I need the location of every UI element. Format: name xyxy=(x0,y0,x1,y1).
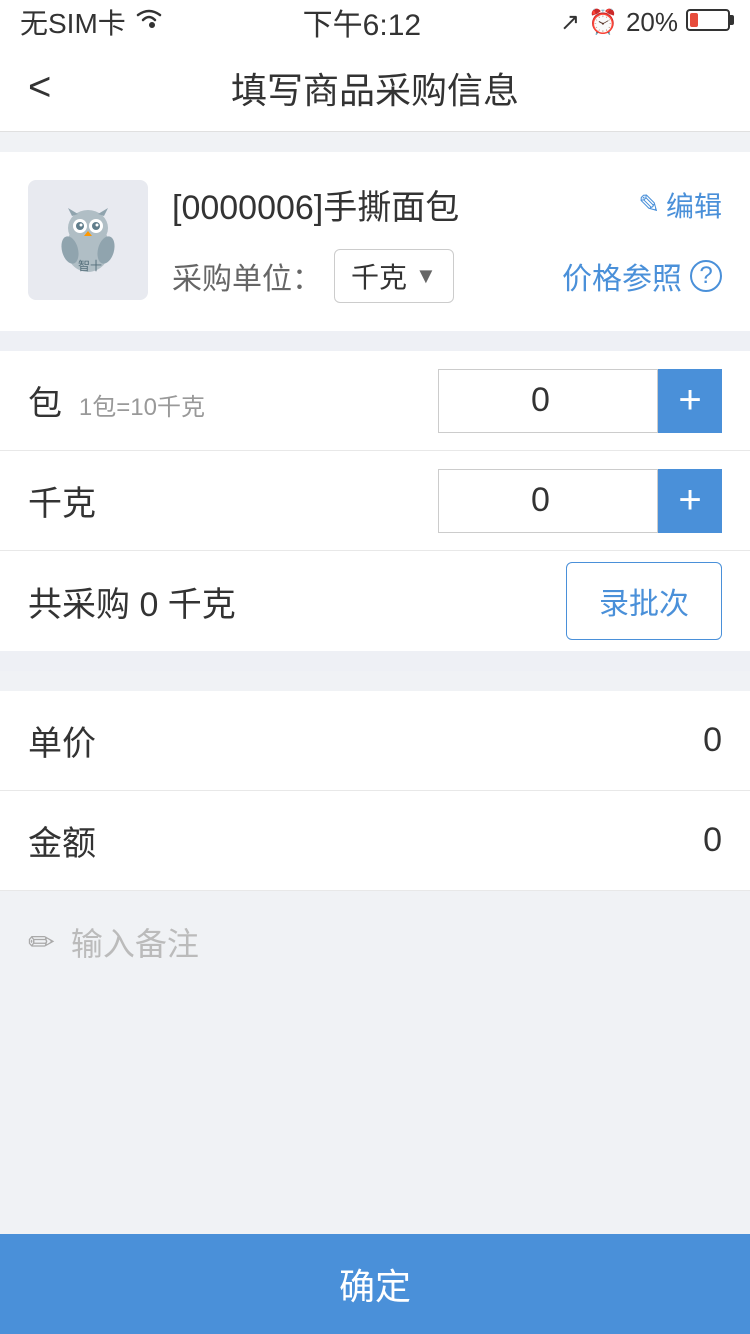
dropdown-icon: ▼ xyxy=(415,263,437,289)
pencil-icon: ✏ xyxy=(28,923,55,961)
price-section: 单价 0 金额 0 xyxy=(0,691,750,891)
kg-plus-button[interactable]: + xyxy=(658,469,722,533)
wifi-icon xyxy=(134,6,164,38)
battery-icon xyxy=(686,7,730,38)
section-divider-1 xyxy=(0,331,750,351)
help-icon: ? xyxy=(690,260,722,292)
section-divider-2 xyxy=(0,651,750,671)
unit-select[interactable]: 千克 ▼ xyxy=(334,249,454,303)
price-reference-button[interactable]: 价格参照 ? xyxy=(562,254,722,298)
carrier-label: 无SIM卡 xyxy=(20,2,126,42)
bao-input[interactable] xyxy=(438,369,658,433)
record-batch-button[interactable]: 录批次 xyxy=(566,562,722,640)
bao-sublabel: 1包=10千克 xyxy=(79,394,205,421)
nav-bar: < 填写商品采购信息 xyxy=(0,44,750,132)
product-card: 智十 [0000006]手撕面包 ✎ 编辑 采购单位： 千克 ▼ 价格参照 ? xyxy=(0,152,750,331)
bao-label: 包 xyxy=(28,385,62,423)
kg-input[interactable] xyxy=(438,469,658,533)
footer-spacer xyxy=(0,993,750,1093)
product-thumbnail: 智十 xyxy=(28,180,148,300)
page-title: 填写商品采购信息 xyxy=(231,62,519,114)
summary-row: 共采购 0 千克 录批次 xyxy=(0,551,750,651)
status-time: 下午6:12 xyxy=(303,0,421,44)
kg-label: 千克 xyxy=(28,485,96,523)
product-logo: 智十 xyxy=(48,200,128,280)
edit-icon: ✎ xyxy=(638,189,660,220)
edit-button[interactable]: ✎ 编辑 xyxy=(638,185,722,225)
footer: 确定 xyxy=(0,1234,750,1334)
kg-input-row: 千克 + xyxy=(0,451,750,551)
summary-text: 共采购 0 千克 xyxy=(28,577,236,626)
status-bar: 无SIM卡 下午6:12 ↗ ⏰ 20% xyxy=(0,0,750,44)
product-info: [0000006]手撕面包 ✎ 编辑 采购单位： 千克 ▼ 价格参照 ? xyxy=(172,180,722,303)
bao-plus-button[interactable]: + xyxy=(658,369,722,433)
amount-row: 金额 0 xyxy=(0,791,750,891)
status-right: ↗ ⏰ 20% xyxy=(560,7,730,38)
bao-label-group: 包 1包=10千克 xyxy=(28,376,205,425)
unit-label: 采购单位： xyxy=(172,254,322,298)
svg-text:智十: 智十 xyxy=(78,258,102,273)
unit-price-value: 0 xyxy=(703,721,722,760)
unit-price-row: 单价 0 xyxy=(0,691,750,791)
input-section: 包 1包=10千克 + 千克 + xyxy=(0,351,750,551)
bao-input-row: 包 1包=10千克 + xyxy=(0,351,750,451)
kg-label-group: 千克 xyxy=(28,476,96,525)
kg-input-right: + xyxy=(438,469,722,533)
location-icon: ↗ xyxy=(560,8,580,37)
alarm-icon: ⏰ xyxy=(588,8,618,37)
unit-price-label: 单价 xyxy=(28,716,96,765)
amount-label: 金额 xyxy=(28,816,96,865)
amount-value: 0 xyxy=(703,821,722,860)
unit-value: 千克 xyxy=(351,256,407,296)
confirm-button[interactable]: 确定 xyxy=(339,1258,411,1310)
remark-placeholder: 输入备注 xyxy=(71,919,199,965)
product-name: [0000006]手撕面包 xyxy=(172,180,459,229)
battery-percent: 20% xyxy=(626,7,678,38)
back-button[interactable]: < xyxy=(28,65,51,110)
remark-section[interactable]: ✏ 输入备注 xyxy=(0,891,750,993)
bao-input-right: + xyxy=(438,369,722,433)
status-left: 无SIM卡 xyxy=(20,2,164,42)
